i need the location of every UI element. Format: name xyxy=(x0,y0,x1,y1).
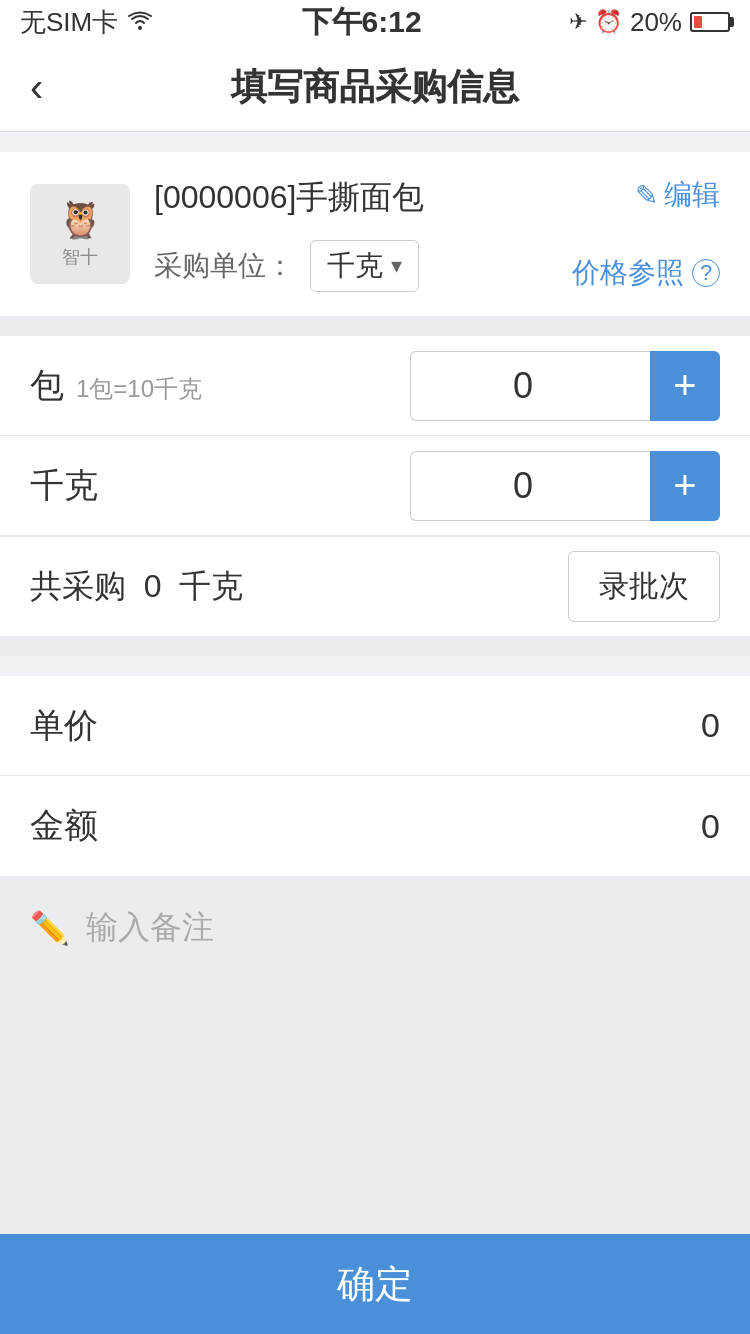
price-ref-button[interactable]: 价格参照 ? xyxy=(572,254,720,292)
kg-input-right: + xyxy=(410,451,720,521)
kg-label: 千克 xyxy=(30,463,410,509)
unit-price-row: 单价 0 xyxy=(0,676,750,776)
unit-price-value: 0 xyxy=(701,706,720,745)
back-button[interactable]: ‹ xyxy=(30,55,63,120)
kg-quantity-input[interactable] xyxy=(410,451,650,521)
section-divider-1 xyxy=(0,316,750,336)
record-batch-button[interactable]: 录批次 xyxy=(568,551,720,622)
kg-plus-button[interactable]: + xyxy=(650,451,720,521)
kg-input-row: 千克 + xyxy=(0,436,750,536)
bao-sublabel: 1包=10千克 xyxy=(76,373,202,405)
status-right: ✈ ⏰ 20% xyxy=(569,7,730,38)
product-image: 🦉 智十 xyxy=(30,184,130,284)
status-left: 无SIM卡 xyxy=(20,5,154,40)
info-section: 单价 0 金额 0 xyxy=(0,676,750,876)
edit-icon: ✎ xyxy=(635,179,658,212)
location-icon: ✈ xyxy=(569,9,587,35)
wifi-icon xyxy=(126,7,154,38)
product-image-text: 智十 xyxy=(62,245,98,269)
bao-input-row: 包 1包=10千克 + xyxy=(0,336,750,436)
amount-value: 0 xyxy=(701,807,720,846)
unit-price-label: 单价 xyxy=(30,703,98,749)
bao-label: 包 1包=10千克 xyxy=(30,363,410,409)
unit-select[interactable]: 千克 ▾ xyxy=(310,240,419,292)
total-value: 0 xyxy=(144,568,162,604)
bao-input-right: + xyxy=(410,351,720,421)
status-bar: 无SIM卡 下午6:12 ✈ ⏰ 20% xyxy=(0,0,750,44)
unit-label: 采购单位： xyxy=(154,247,294,285)
status-time: 下午6:12 xyxy=(302,2,422,43)
bao-quantity-input[interactable] xyxy=(410,351,650,421)
edit-button[interactable]: ✎ 编辑 xyxy=(635,176,720,214)
product-logo: 🦉 xyxy=(58,199,103,241)
edit-label: 编辑 xyxy=(664,176,720,214)
bao-label-text: 包 xyxy=(30,363,64,409)
product-card: 🦉 智十 [0000006]手撕面包 采购单位： 千克 ▾ ✎ 编辑 价格参照 … xyxy=(0,152,750,316)
svg-point-0 xyxy=(138,26,142,30)
section-divider-2 xyxy=(0,636,750,656)
amount-label: 金额 xyxy=(30,803,98,849)
note-section[interactable]: ✏️ 输入备注 xyxy=(0,876,750,980)
input-section: 包 1包=10千克 + 千克 + xyxy=(0,336,750,536)
bao-plus-button[interactable]: + xyxy=(650,351,720,421)
page-title: 填写商品采购信息 xyxy=(231,63,519,112)
total-prefix: 共采购 xyxy=(30,568,126,604)
carrier-text: 无SIM卡 xyxy=(20,5,118,40)
battery-icon xyxy=(690,12,730,32)
alarm-icon: ⏰ xyxy=(595,9,622,35)
unit-dropdown-arrow: ▾ xyxy=(391,253,402,279)
battery-text: 20% xyxy=(630,7,682,38)
amount-row: 金额 0 xyxy=(0,776,750,876)
confirm-button[interactable]: 确定 xyxy=(0,1234,750,1334)
total-text: 共采购 0 千克 xyxy=(30,565,243,609)
kg-label-text: 千克 xyxy=(30,463,98,509)
total-row: 共采购 0 千克 录批次 xyxy=(0,536,750,636)
price-ref-label: 价格参照 xyxy=(572,254,684,292)
nav-bar: ‹ 填写商品采购信息 xyxy=(0,44,750,132)
unit-value: 千克 xyxy=(327,247,383,285)
pencil-icon: ✏️ xyxy=(30,909,70,947)
total-unit: 千克 xyxy=(179,568,243,604)
info-icon: ? xyxy=(692,259,720,287)
note-placeholder: 输入备注 xyxy=(86,906,214,950)
